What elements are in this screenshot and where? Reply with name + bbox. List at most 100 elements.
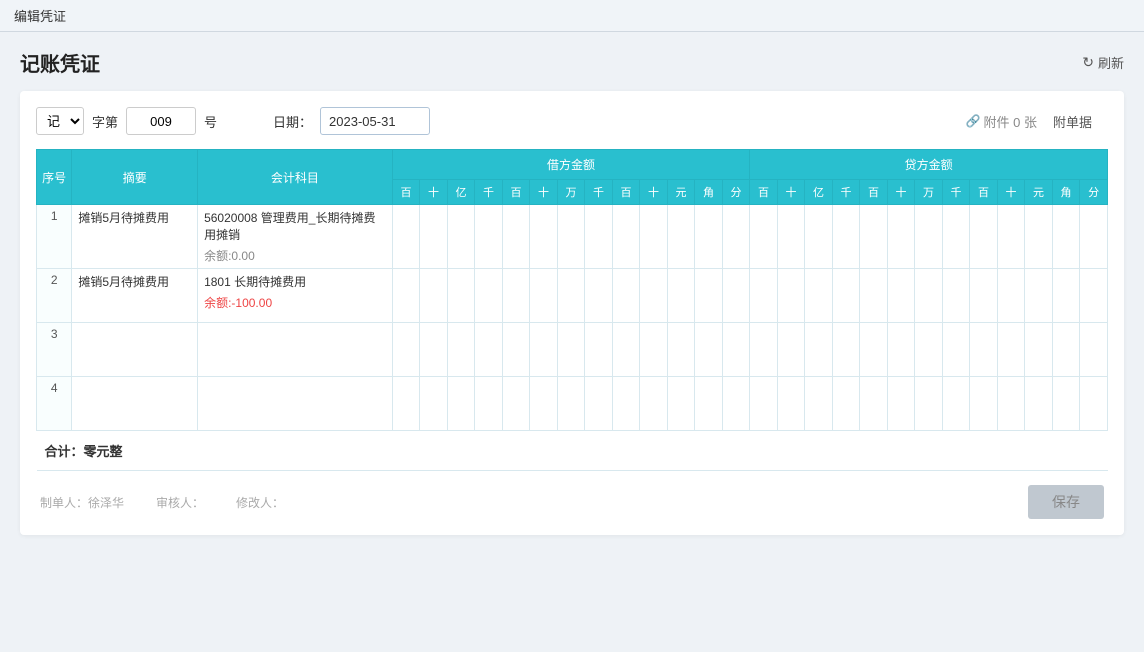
credit-amount-r1-c3[interactable] — [832, 205, 860, 269]
debit-amount-r2-c4[interactable] — [502, 269, 530, 323]
debit-amount-r4-c6[interactable] — [557, 377, 585, 431]
credit-amount-r4-c5[interactable] — [887, 377, 915, 431]
debit-amount-r3-c10[interactable] — [667, 323, 695, 377]
debit-amount-r1-c11[interactable] — [695, 205, 723, 269]
voucher-number-input[interactable] — [126, 107, 196, 135]
credit-amount-r1-c10[interactable] — [1025, 205, 1053, 269]
debit-amount-r4-c3[interactable] — [475, 377, 503, 431]
debit-amount-r1-c5[interactable] — [530, 205, 558, 269]
debit-amount-r3-c3[interactable] — [475, 323, 503, 377]
credit-amount-r2-c3[interactable] — [832, 269, 860, 323]
attachment-link2[interactable]: 附单据 — [1053, 112, 1092, 131]
credit-amount-r4-c10[interactable] — [1025, 377, 1053, 431]
credit-amount-r3-c7[interactable] — [942, 323, 970, 377]
debit-amount-r3-c9[interactable] — [640, 323, 668, 377]
credit-amount-r2-c9[interactable] — [997, 269, 1025, 323]
debit-amount-r2-c12[interactable] — [722, 269, 750, 323]
debit-amount-r2-c10[interactable] — [667, 269, 695, 323]
debit-amount-r4-c10[interactable] — [667, 377, 695, 431]
credit-amount-r2-c8[interactable] — [970, 269, 998, 323]
debit-amount-r3-c5[interactable] — [530, 323, 558, 377]
debit-amount-r4-c7[interactable] — [585, 377, 613, 431]
credit-amount-r4-c9[interactable] — [997, 377, 1025, 431]
debit-amount-r4-c5[interactable] — [530, 377, 558, 431]
debit-amount-r2-c7[interactable] — [585, 269, 613, 323]
credit-amount-r2-c7[interactable] — [942, 269, 970, 323]
debit-amount-r3-c12[interactable] — [722, 323, 750, 377]
row-account-2[interactable]: 1801 长期待摊费用余额:-100.00 — [198, 269, 393, 323]
credit-amount-r4-c1[interactable] — [777, 377, 805, 431]
debit-amount-r1-c2[interactable] — [447, 205, 475, 269]
debit-amount-r2-c8[interactable] — [612, 269, 640, 323]
save-button[interactable]: 保存 — [1028, 485, 1104, 519]
credit-amount-r3-c1[interactable] — [777, 323, 805, 377]
credit-amount-r4-c6[interactable] — [915, 377, 943, 431]
credit-amount-r1-c6[interactable] — [915, 205, 943, 269]
debit-amount-r1-c4[interactable] — [502, 205, 530, 269]
debit-amount-r1-c12[interactable] — [722, 205, 750, 269]
credit-amount-r3-c2[interactable] — [805, 323, 833, 377]
credit-amount-r1-c0[interactable] — [750, 205, 778, 269]
credit-amount-r2-c1[interactable] — [777, 269, 805, 323]
credit-amount-r2-c11[interactable] — [1052, 269, 1080, 323]
credit-amount-r2-c0[interactable] — [750, 269, 778, 323]
credit-amount-r3-c9[interactable] — [997, 323, 1025, 377]
debit-amount-r3-c1[interactable] — [420, 323, 448, 377]
debit-amount-r2-c0[interactable] — [392, 269, 420, 323]
debit-amount-r1-c10[interactable] — [667, 205, 695, 269]
debit-amount-r1-c7[interactable] — [585, 205, 613, 269]
credit-amount-r3-c6[interactable] — [915, 323, 943, 377]
debit-amount-r2-c5[interactable] — [530, 269, 558, 323]
debit-amount-r2-c6[interactable] — [557, 269, 585, 323]
refresh-button[interactable]: ↻ 刷新 — [1082, 53, 1124, 72]
debit-amount-r1-c0[interactable] — [392, 205, 420, 269]
debit-amount-r1-c9[interactable] — [640, 205, 668, 269]
credit-amount-r1-c9[interactable] — [997, 205, 1025, 269]
debit-amount-r1-c3[interactable] — [475, 205, 503, 269]
row-summary-1[interactable]: 摊销5月待摊费用 — [72, 205, 198, 269]
credit-amount-r1-c1[interactable] — [777, 205, 805, 269]
credit-amount-r3-c10[interactable] — [1025, 323, 1053, 377]
debit-amount-r4-c0[interactable] — [392, 377, 420, 431]
credit-amount-r3-c8[interactable] — [970, 323, 998, 377]
date-input[interactable] — [320, 107, 430, 135]
credit-amount-r3-c4[interactable] — [860, 323, 888, 377]
credit-amount-r4-c7[interactable] — [942, 377, 970, 431]
debit-amount-r4-c1[interactable] — [420, 377, 448, 431]
credit-amount-r1-c11[interactable] — [1052, 205, 1080, 269]
debit-amount-r3-c0[interactable] — [392, 323, 420, 377]
row-account-3[interactable] — [198, 323, 393, 377]
debit-amount-r1-c6[interactable] — [557, 205, 585, 269]
debit-amount-r2-c11[interactable] — [695, 269, 723, 323]
debit-amount-r2-c3[interactable] — [475, 269, 503, 323]
attachment-link[interactable]: 🔗 附件 0 张 — [966, 112, 1037, 131]
credit-amount-r4-c4[interactable] — [860, 377, 888, 431]
row-account-4[interactable] — [198, 377, 393, 431]
credit-amount-r4-c11[interactable] — [1052, 377, 1080, 431]
credit-amount-r3-c0[interactable] — [750, 323, 778, 377]
credit-amount-r4-c12[interactable] — [1080, 377, 1108, 431]
credit-amount-r4-c0[interactable] — [750, 377, 778, 431]
credit-amount-r1-c5[interactable] — [887, 205, 915, 269]
credit-amount-r1-c2[interactable] — [805, 205, 833, 269]
debit-amount-r4-c12[interactable] — [722, 377, 750, 431]
debit-amount-r3-c8[interactable] — [612, 323, 640, 377]
credit-amount-r1-c12[interactable] — [1080, 205, 1108, 269]
debit-amount-r2-c1[interactable] — [420, 269, 448, 323]
row-summary-4[interactable] — [72, 377, 198, 431]
credit-amount-r4-c3[interactable] — [832, 377, 860, 431]
debit-amount-r1-c8[interactable] — [612, 205, 640, 269]
credit-amount-r1-c8[interactable] — [970, 205, 998, 269]
credit-amount-r3-c5[interactable] — [887, 323, 915, 377]
debit-amount-r2-c9[interactable] — [640, 269, 668, 323]
debit-amount-r3-c4[interactable] — [502, 323, 530, 377]
voucher-type-select[interactable]: 记 — [36, 107, 84, 135]
row-summary-3[interactable] — [72, 323, 198, 377]
row-account-1[interactable]: 56020008 管理费用_长期待摊费用摊销余额:0.00 — [198, 205, 393, 269]
credit-amount-r3-c12[interactable] — [1080, 323, 1108, 377]
debit-amount-r3-c6[interactable] — [557, 323, 585, 377]
credit-amount-r3-c3[interactable] — [832, 323, 860, 377]
credit-amount-r3-c11[interactable] — [1052, 323, 1080, 377]
credit-amount-r1-c4[interactable] — [860, 205, 888, 269]
debit-amount-r3-c11[interactable] — [695, 323, 723, 377]
